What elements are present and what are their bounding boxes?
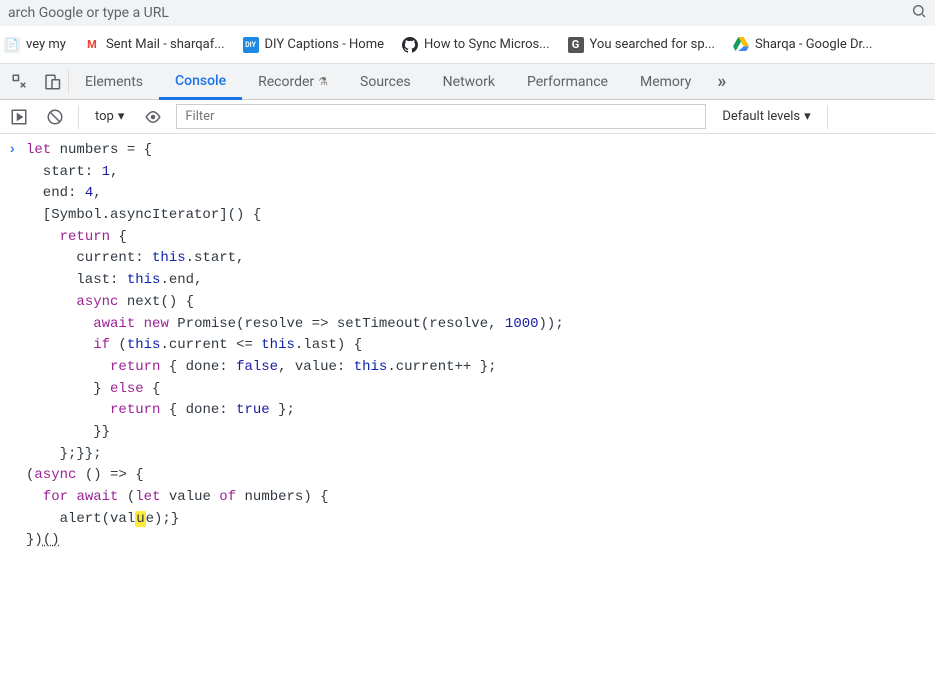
- clear-console-icon[interactable]: [42, 104, 68, 130]
- drive-icon: [733, 37, 749, 53]
- device-toolbar-icon[interactable]: [36, 66, 68, 98]
- console-body[interactable]: › let numbers = { start: 1, end: 4, [Sym…: [0, 134, 935, 558]
- devtools-tabbar: Elements Console Recorder ⚗ Sources Netw…: [0, 64, 935, 100]
- console-toolbar: top ▾ Default levels ▾: [0, 100, 935, 134]
- bookmark-label: DIY Captions - Home: [265, 37, 385, 52]
- browser-omnibox[interactable]: arch Google or type a URL: [0, 0, 935, 26]
- levels-label: Default levels: [722, 109, 800, 124]
- play-icon[interactable]: [6, 104, 32, 130]
- bookmark-label: You searched for sp...: [590, 37, 715, 52]
- tab-console[interactable]: Console: [159, 64, 242, 100]
- bookmark-label: vey my: [26, 37, 66, 52]
- github-icon: [402, 37, 418, 53]
- gmail-icon: M: [84, 37, 100, 53]
- tab-elements[interactable]: Elements: [69, 64, 159, 100]
- filter-input[interactable]: [176, 104, 706, 129]
- bookmark-item[interactable]: G You searched for sp...: [568, 37, 715, 53]
- tab-sources[interactable]: Sources: [344, 64, 427, 100]
- bookmark-item[interactable]: Sharqa - Google Dr...: [733, 37, 872, 53]
- console-prompt-row[interactable]: › let numbers = { start: 1, end: 4, [Sym…: [8, 140, 935, 552]
- filter-field[interactable]: [176, 104, 706, 129]
- omnibox-placeholder: arch Google or type a URL: [8, 5, 903, 21]
- tab-network[interactable]: Network: [427, 64, 511, 100]
- bookmark-label: Sent Mail - sharqaf...: [106, 37, 225, 52]
- bookmark-item[interactable]: 📄 vey my: [4, 37, 66, 53]
- execution-context-selector[interactable]: top ▾: [89, 107, 130, 126]
- inspect-element-icon[interactable]: [4, 66, 36, 98]
- bookmark-item[interactable]: DIY DIY Captions - Home: [243, 37, 385, 53]
- diy-icon: DIY: [243, 37, 259, 53]
- tab-memory[interactable]: Memory: [624, 64, 707, 100]
- bookmark-item[interactable]: M Sent Mail - sharqaf...: [84, 37, 225, 53]
- prompt-arrow-icon: ›: [8, 140, 26, 552]
- bookmark-label: Sharqa - Google Dr...: [755, 37, 872, 52]
- bookmark-item[interactable]: How to Sync Micros...: [402, 37, 550, 53]
- divider: [78, 105, 79, 129]
- chevron-down-icon: ▾: [118, 109, 125, 124]
- tab-performance[interactable]: Performance: [511, 64, 624, 100]
- page-icon: 📄: [4, 37, 20, 53]
- google-icon: G: [568, 37, 584, 53]
- bookmarks-bar: 📄 vey my M Sent Mail - sharqaf... DIY DI…: [0, 26, 935, 64]
- tab-recorder[interactable]: Recorder ⚗: [242, 64, 344, 100]
- search-icon[interactable]: [911, 3, 927, 23]
- context-label: top: [95, 109, 114, 124]
- divider: [827, 105, 828, 129]
- code-input[interactable]: let numbers = { start: 1, end: 4, [Symbo…: [26, 140, 564, 552]
- bookmark-label: How to Sync Micros...: [424, 37, 550, 52]
- chevron-down-icon: ▾: [804, 109, 811, 124]
- log-levels-selector[interactable]: Default levels ▾: [716, 109, 816, 124]
- live-expression-icon[interactable]: [140, 104, 166, 130]
- tab-label: Recorder: [258, 74, 314, 90]
- more-tabs-icon[interactable]: »: [707, 71, 736, 92]
- flask-icon: ⚗: [318, 75, 328, 88]
